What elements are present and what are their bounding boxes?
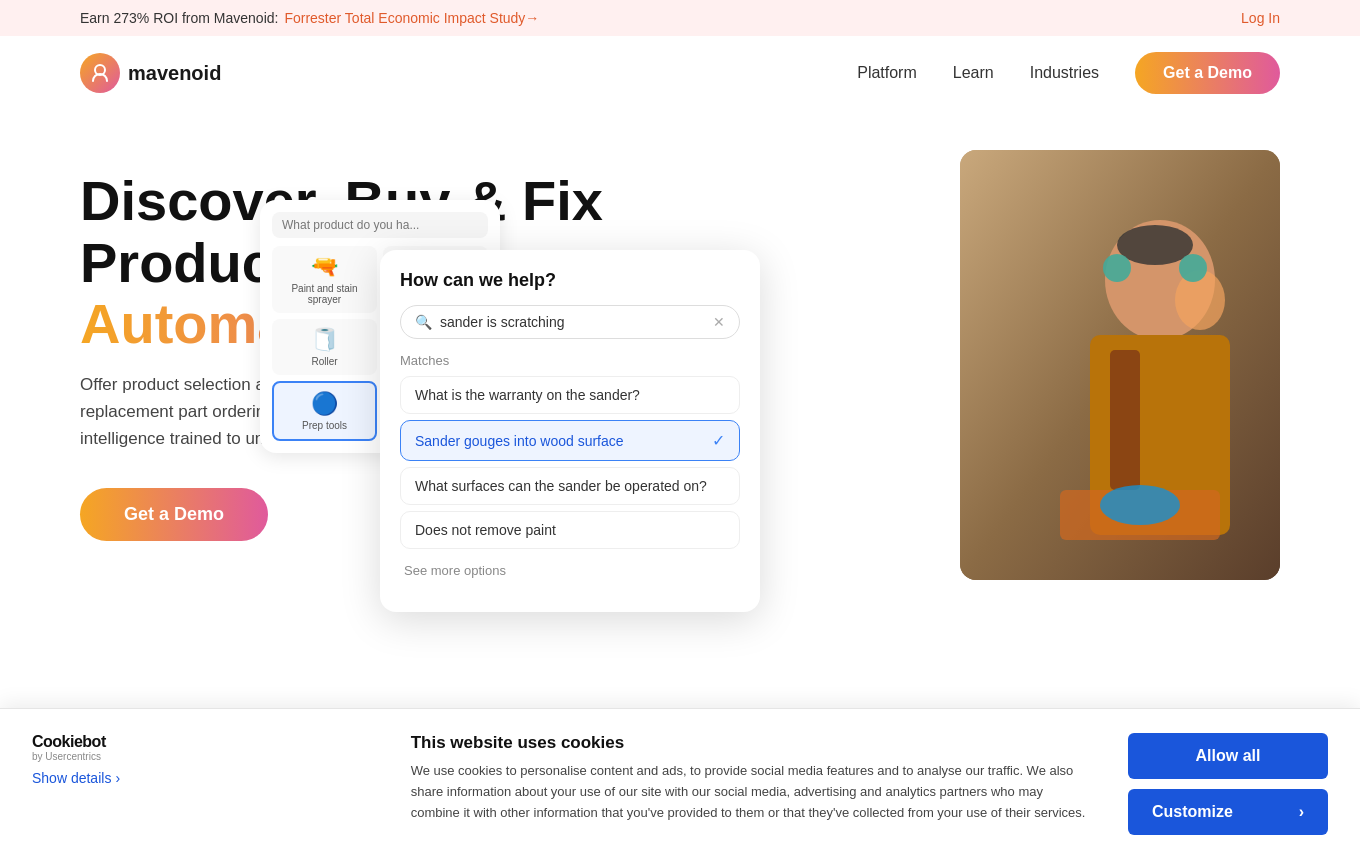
roller-icon: 🧻 (280, 327, 369, 353)
nav-platform[interactable]: Platform (857, 64, 917, 82)
chat-card: How can we help? 🔍 sander is scratching … (380, 250, 760, 612)
nav-industries[interactable]: Industries (1030, 64, 1099, 82)
spray-icon: 🔫 (280, 254, 369, 280)
nav-links: Platform Learn Industries Get a Demo (857, 52, 1280, 94)
match-item-surfaces[interactable]: What surfaces can the sander be operated… (400, 467, 740, 505)
search-icon: 🔍 (415, 314, 432, 330)
svg-point-8 (1179, 254, 1207, 282)
svg-point-7 (1103, 254, 1131, 282)
top-banner: Earn 273% ROI from Mavenoid: Forrester T… (0, 0, 1360, 36)
see-more-options[interactable]: See more options (400, 555, 740, 586)
svg-point-6 (1117, 225, 1193, 265)
banner-left: Earn 273% ROI from Mavenoid: Forrester T… (80, 10, 539, 26)
banner-text: Earn 273% ROI from Mavenoid: (80, 10, 278, 26)
navbar: mavenoid Platform Learn Industries Get a… (0, 36, 1360, 110)
product-label-spray: Paint and stain sprayer (280, 283, 369, 305)
svg-rect-4 (1110, 350, 1140, 490)
login-link[interactable]: Log In (1241, 10, 1280, 26)
nav-learn[interactable]: Learn (953, 64, 994, 82)
check-icon: ✓ (712, 431, 725, 450)
banner-link[interactable]: Forrester Total Economic Impact Study→ (284, 10, 539, 26)
match-item-gouges[interactable]: Sander gouges into wood surface ✓ (400, 420, 740, 461)
product-cell-spray[interactable]: 🔫 Paint and stain sprayer (272, 246, 377, 313)
hero-photo (960, 150, 1280, 580)
chat-search-text: sander is scratching (440, 314, 705, 330)
match-item-warranty[interactable]: What is the warranty on the sander? (400, 376, 740, 414)
product-cell-roller[interactable]: 🧻 Roller (272, 319, 377, 375)
product-search-bar: What product do you ha... (272, 212, 488, 238)
chat-card-title: How can we help? (400, 270, 740, 291)
product-label-prep: Prep tools (282, 420, 367, 431)
logo[interactable]: mavenoid (80, 53, 221, 93)
prep-icon: 🔵 (282, 391, 367, 417)
hero-right: What product do you ha... 🔫 Paint and st… (680, 150, 1280, 650)
hero-get-demo-button[interactable]: Get a Demo (80, 488, 268, 541)
hero-section: Discover, Buy & Fix Products with Automa… (0, 110, 1360, 670)
product-cell-prep[interactable]: 🔵 Prep tools (272, 381, 377, 441)
match-item-paint[interactable]: Does not remove paint (400, 511, 740, 549)
clear-icon[interactable]: ✕ (713, 314, 725, 330)
product-label-roller: Roller (280, 356, 369, 367)
nav-get-demo-button[interactable]: Get a Demo (1135, 52, 1280, 94)
matches-label: Matches (400, 353, 740, 368)
chat-search-bar: 🔍 sander is scratching ✕ (400, 305, 740, 339)
svg-point-10 (1100, 485, 1180, 525)
logo-text: mavenoid (128, 62, 221, 85)
logo-icon (80, 53, 120, 93)
